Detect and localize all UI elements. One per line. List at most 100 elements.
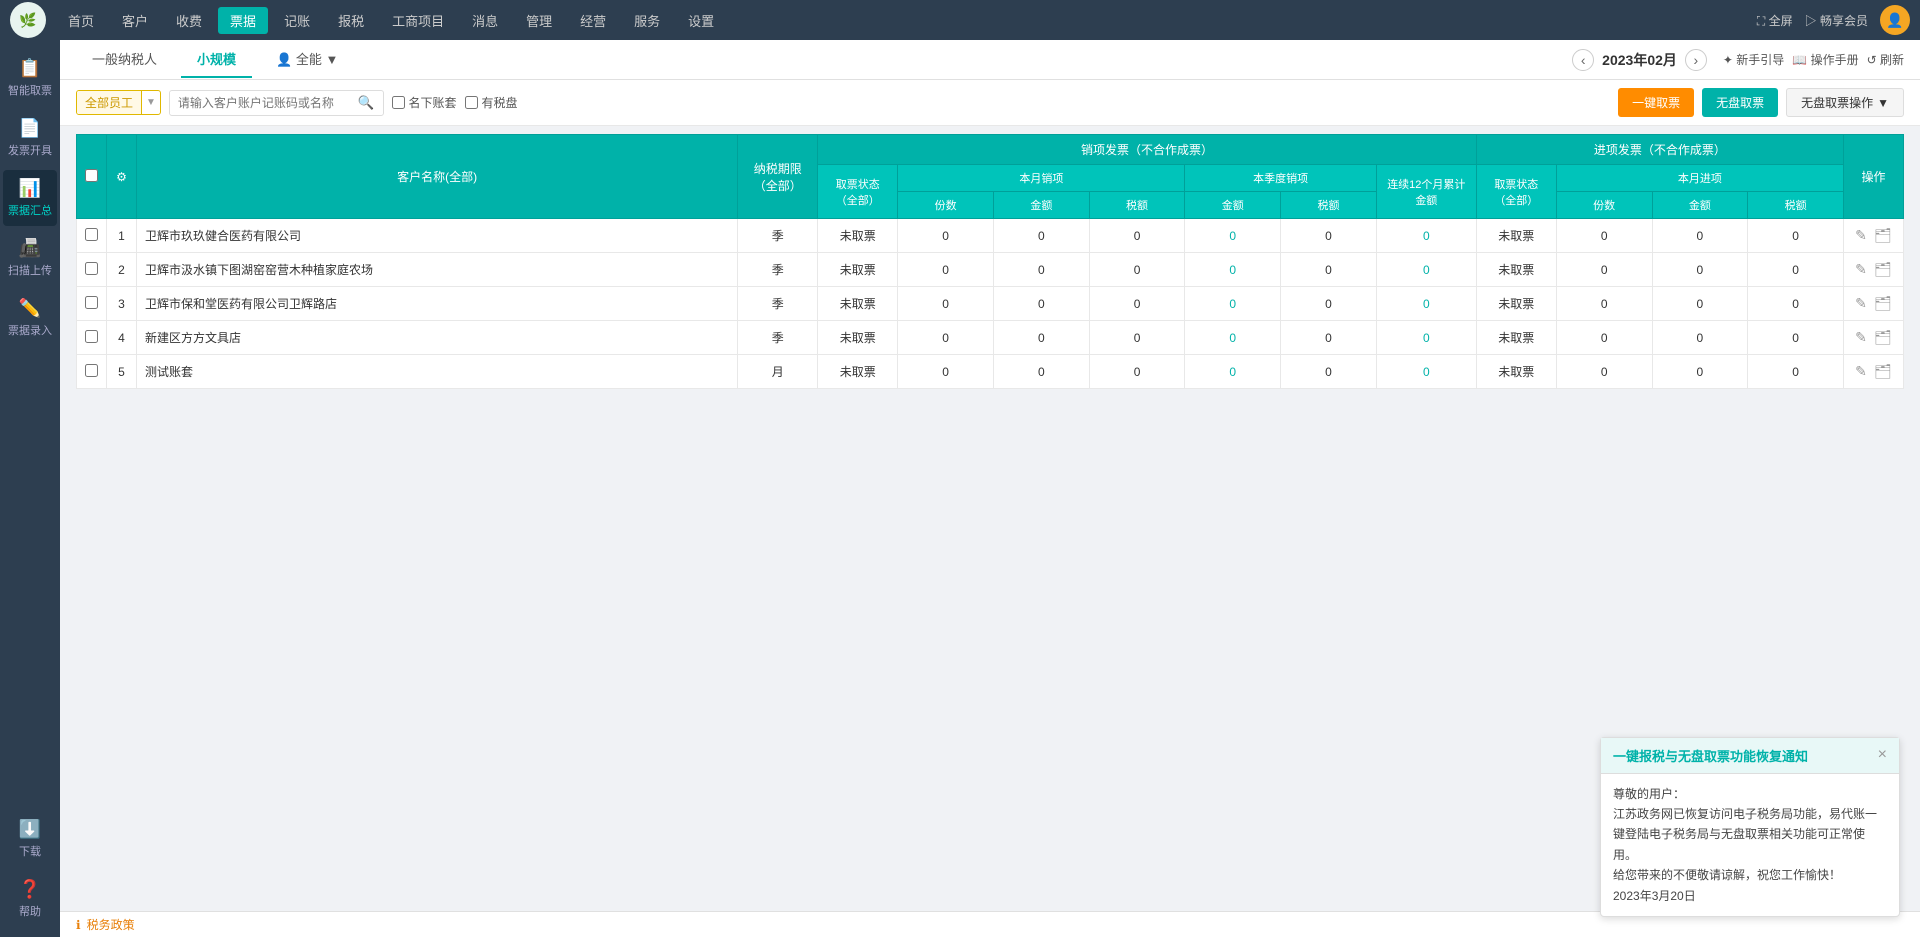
sidebar-item-scan-upload[interactable]: 📠 扫描上传 (3, 230, 57, 286)
nav-service[interactable]: 服务 (622, 7, 672, 34)
row-monthly-count: 0 (898, 219, 994, 253)
detail-btn[interactable]: 🗂 (1872, 293, 1894, 314)
th-m-tax: 税额 (1089, 192, 1185, 219)
nav-fee[interactable]: 收费 (164, 7, 214, 34)
row-purchase-status: 未取票 (1476, 253, 1556, 287)
th-monthly-purchase: 本月进项 (1556, 165, 1843, 192)
tax-policy-link[interactable]: 税务政策 (87, 916, 135, 933)
th-sales-header: 销项发票（不合作成票） (818, 135, 1477, 165)
edit-btn[interactable]: ✎ (1853, 361, 1869, 382)
row-tax-period: 季 (738, 321, 818, 355)
info-icon: ℹ (76, 918, 81, 932)
logo-icon: 🌿 (10, 2, 46, 38)
search-input[interactable] (170, 92, 350, 114)
checkbox-has-taxdisk[interactable]: 有税盘 (465, 94, 518, 111)
one-key-ticket-btn[interactable]: 一键取票 (1618, 88, 1694, 117)
sidebar-item-smart-ticket-label: 智能取票 (8, 82, 52, 98)
sidebar-item-invoice-summary[interactable]: 📊 票据汇总 (3, 170, 57, 226)
toolbar: 全部员工 ▼ 🔍 名下账套 有税盘 一键取票 无盘取票 无盘取票操作 ▼ (60, 80, 1920, 126)
member-btn[interactable]: ▷ 畅享会员 (1805, 12, 1868, 29)
manual-btn[interactable]: 📖 操作手册 (1792, 51, 1858, 68)
user-icon: 👤 (276, 52, 296, 67)
sidebar-item-invoice-issue[interactable]: 📄 发票开具 (3, 110, 57, 166)
th-settings: ⚙ (107, 135, 137, 219)
row-checkbox[interactable] (77, 219, 107, 253)
edit-btn[interactable]: ✎ (1853, 327, 1869, 348)
row-checkbox[interactable] (77, 321, 107, 355)
edit-btn[interactable]: ✎ (1853, 225, 1869, 246)
smart-ticket-icon: 📋 (19, 58, 41, 79)
select-all-checkbox[interactable] (85, 169, 98, 182)
detail-btn[interactable]: 🗂 (1872, 327, 1894, 348)
sidebar-item-smart-ticket[interactable]: 📋 智能取票 (3, 50, 57, 106)
has-taxdisk-checkbox[interactable] (465, 96, 478, 109)
row-12month: 0 (1376, 355, 1476, 389)
edit-btn[interactable]: ✎ (1853, 259, 1869, 280)
nav-business[interactable]: 工商项目 (380, 7, 456, 34)
nav-home[interactable]: 首页 (56, 7, 106, 34)
checkbox-my-accounts[interactable]: 名下账套 (392, 94, 457, 111)
row-monthly-amount: 0 (994, 253, 1090, 287)
no-disk-ops-btn[interactable]: 无盘取票操作 ▼ (1786, 88, 1904, 117)
th-client: 客户名称(全部) (137, 135, 738, 219)
detail-btn[interactable]: 🗂 (1872, 361, 1894, 382)
th-q-amount: 金额 (1185, 192, 1281, 219)
employee-select-label: 全部员工 (77, 91, 142, 114)
sidebar-help-label: 帮助 (19, 903, 41, 919)
download-icon: ⬇️ (19, 819, 41, 840)
nav-settings[interactable]: 设置 (676, 7, 726, 34)
search-btn[interactable]: 🔍 (350, 91, 383, 115)
guide-btn[interactable]: ✦ 新手引导 (1723, 51, 1784, 68)
th-checkbox (77, 135, 107, 219)
period-prev-btn[interactable]: ‹ (1572, 49, 1594, 71)
nav-bookkeeping[interactable]: 记账 (272, 7, 322, 34)
nav-client[interactable]: 客户 (110, 7, 160, 34)
row-monthly-count: 0 (898, 287, 994, 321)
no-disk-ticket-btn[interactable]: 无盘取票 (1702, 88, 1778, 117)
row-purchase-tax: 0 (1748, 253, 1844, 287)
th-action: 操作 (1844, 135, 1904, 219)
row-tax-period: 季 (738, 253, 818, 287)
avatar[interactable]: 👤 (1880, 5, 1910, 35)
edit-btn[interactable]: ✎ (1853, 293, 1869, 314)
sidebar-item-help[interactable]: ❓ 帮助 (3, 871, 57, 927)
detail-btn[interactable]: 🗂 (1872, 225, 1894, 246)
row-purchase-status: 未取票 (1476, 355, 1556, 389)
sidebar-item-invoice-entry[interactable]: ✏️ 票据录入 (3, 290, 57, 346)
notification-close-btn[interactable]: × (1878, 746, 1887, 764)
notification-body: 尊敬的用户： 江苏政务网已恢复访问电子税务局功能，易代账一键登陆电子税务局与无盘… (1601, 774, 1899, 916)
period-next-btn[interactable]: › (1685, 49, 1707, 71)
row-12month: 0 (1376, 219, 1476, 253)
th-sales-status: 取票状态（全部） (818, 165, 898, 219)
row-tax-period: 季 (738, 287, 818, 321)
top-nav: 🌿 首页 客户 收费 票据 记账 报税 工商项目 消息 管理 经营 服务 设置 … (0, 0, 1920, 40)
my-accounts-checkbox[interactable] (392, 96, 405, 109)
row-no: 5 (107, 355, 137, 389)
row-quarterly-amount: 0 (1185, 321, 1281, 355)
nav-manage[interactable]: 管理 (514, 7, 564, 34)
no-disk-ops-label: 无盘取票操作 (1801, 94, 1873, 111)
nav-message[interactable]: 消息 (460, 7, 510, 34)
row-quarterly-tax: 0 (1281, 321, 1377, 355)
sidebar-item-download[interactable]: ⬇️ 下载 (3, 811, 57, 867)
nav-operation[interactable]: 经营 (568, 7, 618, 34)
header-actions: ✦ 新手引导 📖 操作手册 ↺ 刷新 (1723, 51, 1904, 68)
top-right-area: ⛶ 全屏 ▷ 畅享会员 👤 (1757, 5, 1910, 35)
nav-invoice[interactable]: 票据 (218, 7, 268, 34)
nav-tax[interactable]: 报税 (326, 7, 376, 34)
tab-all[interactable]: 👤 全能 ▼ (260, 41, 354, 78)
fullscreen-btn[interactable]: ⛶ 全屏 (1757, 12, 1793, 29)
row-checkbox[interactable] (77, 355, 107, 389)
row-checkbox[interactable] (77, 287, 107, 321)
row-checkbox[interactable] (77, 253, 107, 287)
detail-btn[interactable]: 🗂 (1872, 259, 1894, 280)
row-actions: ✎ 🗂 (1844, 219, 1904, 253)
refresh-btn[interactable]: ↺ 刷新 (1867, 51, 1904, 68)
tab-general-taxpayer[interactable]: 一般纳税人 (76, 41, 173, 78)
employee-select[interactable]: 全部员工 ▼ (76, 90, 161, 115)
row-client: 卫辉市汲水镇下图湖窑窑营木种植家庭农场 (137, 253, 738, 287)
chevron-down-icon: ▼ (142, 94, 160, 111)
invoice-summary-icon: 📊 (19, 178, 41, 199)
row-quarterly-amount: 0 (1185, 287, 1281, 321)
tab-small-scale[interactable]: 小规模 (181, 41, 252, 78)
